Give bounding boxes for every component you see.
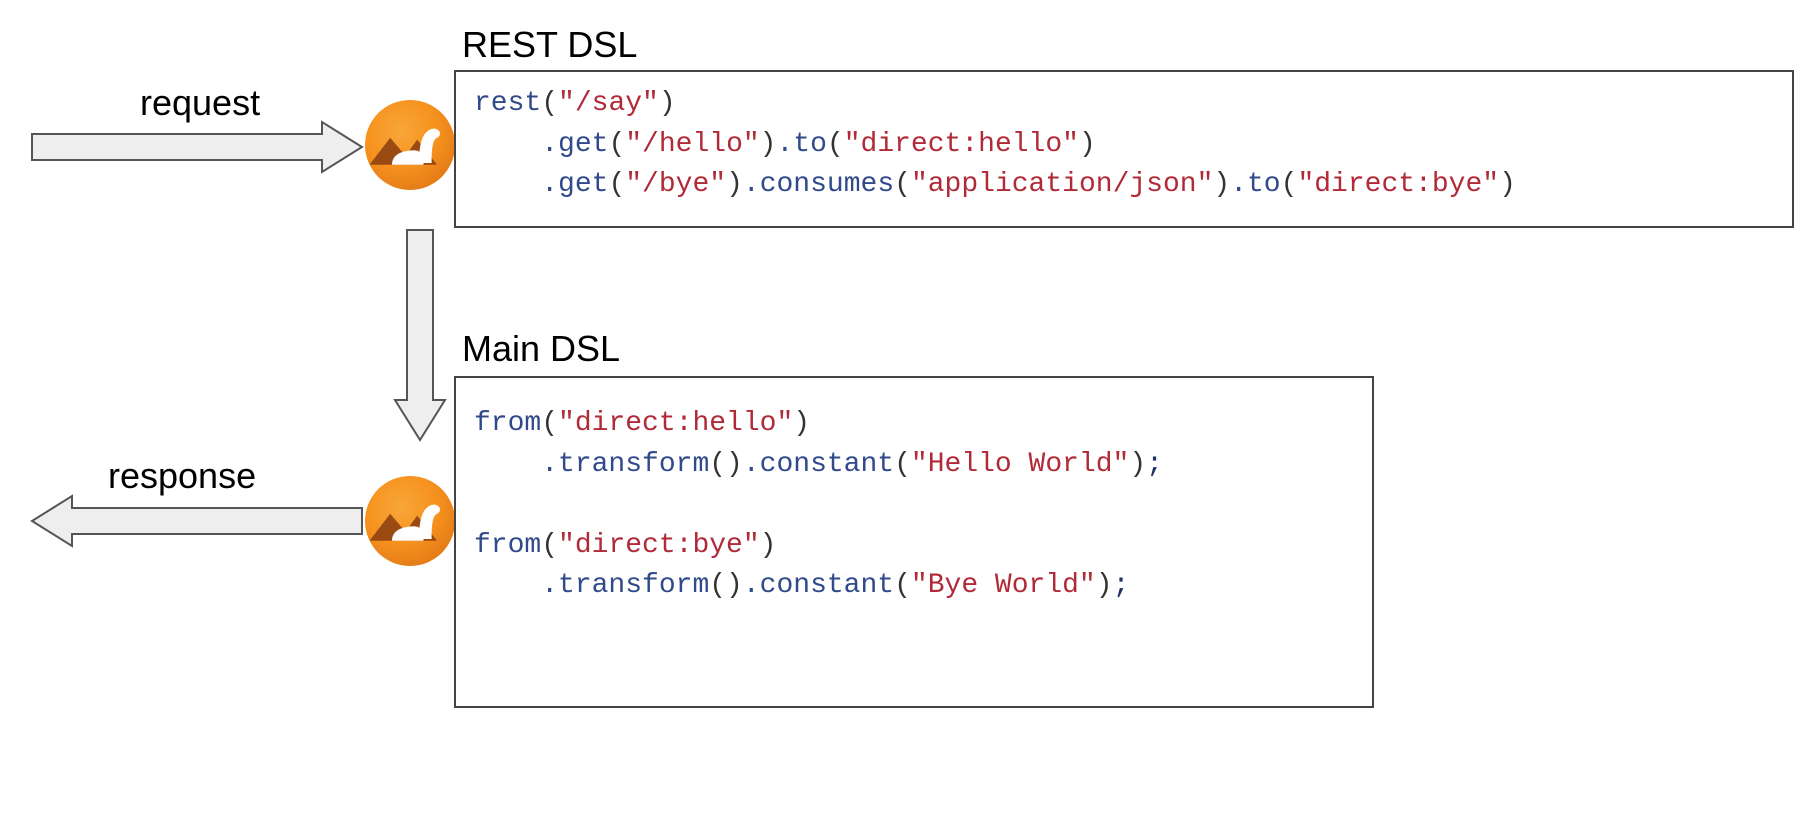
code-token: ( [541,530,558,561]
code-token: ; [1146,449,1163,480]
rest-dsl-title: REST DSL [462,24,637,66]
code-token: ; [1113,570,1130,601]
main-dsl-title: Main DSL [462,328,620,370]
code-token: "/say" [558,88,659,119]
main-dsl-code-block: from("direct:hello") .transform().consta… [454,376,1374,708]
code-token: ( [541,408,558,439]
code-token: .transform [541,449,709,480]
code-token: .consumes [743,169,894,200]
code-token: ( [827,129,844,160]
code-token: from [474,408,541,439]
code-token: .to [776,129,826,160]
code-token: ) [1096,570,1113,601]
code-token: ( [1281,169,1298,200]
code-token: ( [541,88,558,119]
code-token: .transform [541,570,709,601]
code-token: ( [894,570,911,601]
code-token: () [709,449,743,480]
code-token: ) [659,88,676,119]
code-token: rest [474,88,541,119]
code-token: .constant [743,449,894,480]
code-token: .get [541,169,608,200]
code-token: ) [760,530,777,561]
rest-dsl-code-block: rest("/say") .get("/hello").to("direct:h… [454,70,1794,228]
code-indent [474,169,541,200]
code-token: "direct:bye" [558,530,760,561]
code-token: ( [894,169,911,200]
code-token: .constant [743,570,894,601]
request-label: request [140,82,260,124]
response-arrow-icon [32,496,362,546]
code-token: ) [1079,129,1096,160]
code-token: ( [608,129,625,160]
code-token: "direct:bye" [1297,169,1499,200]
code-token: "/bye" [625,169,726,200]
code-token: ) [726,169,743,200]
code-token: ) [793,408,810,439]
code-token: .to [1230,169,1280,200]
code-indent [474,449,541,480]
code-token: "application/json" [911,169,1213,200]
code-token: ) [1129,449,1146,480]
code-token: "Hello World" [911,449,1129,480]
code-indent [474,570,541,601]
code-token: ) [760,129,777,160]
code-token: ) [1213,169,1230,200]
down-arrow-icon [395,230,445,440]
code-token: "Bye World" [911,570,1096,601]
code-token: () [709,570,743,601]
code-token: ( [608,169,625,200]
code-indent [474,129,541,160]
camel-logo-icon [365,100,455,190]
code-token: ( [894,449,911,480]
code-token: from [474,530,541,561]
response-label: response [108,455,256,497]
code-token: "/hello" [625,129,759,160]
code-token: .get [541,129,608,160]
code-token: "direct:hello" [844,129,1079,160]
code-token: ) [1499,169,1516,200]
request-arrow-icon [32,122,362,172]
camel-logo-icon [365,476,455,566]
code-token: "direct:hello" [558,408,793,439]
